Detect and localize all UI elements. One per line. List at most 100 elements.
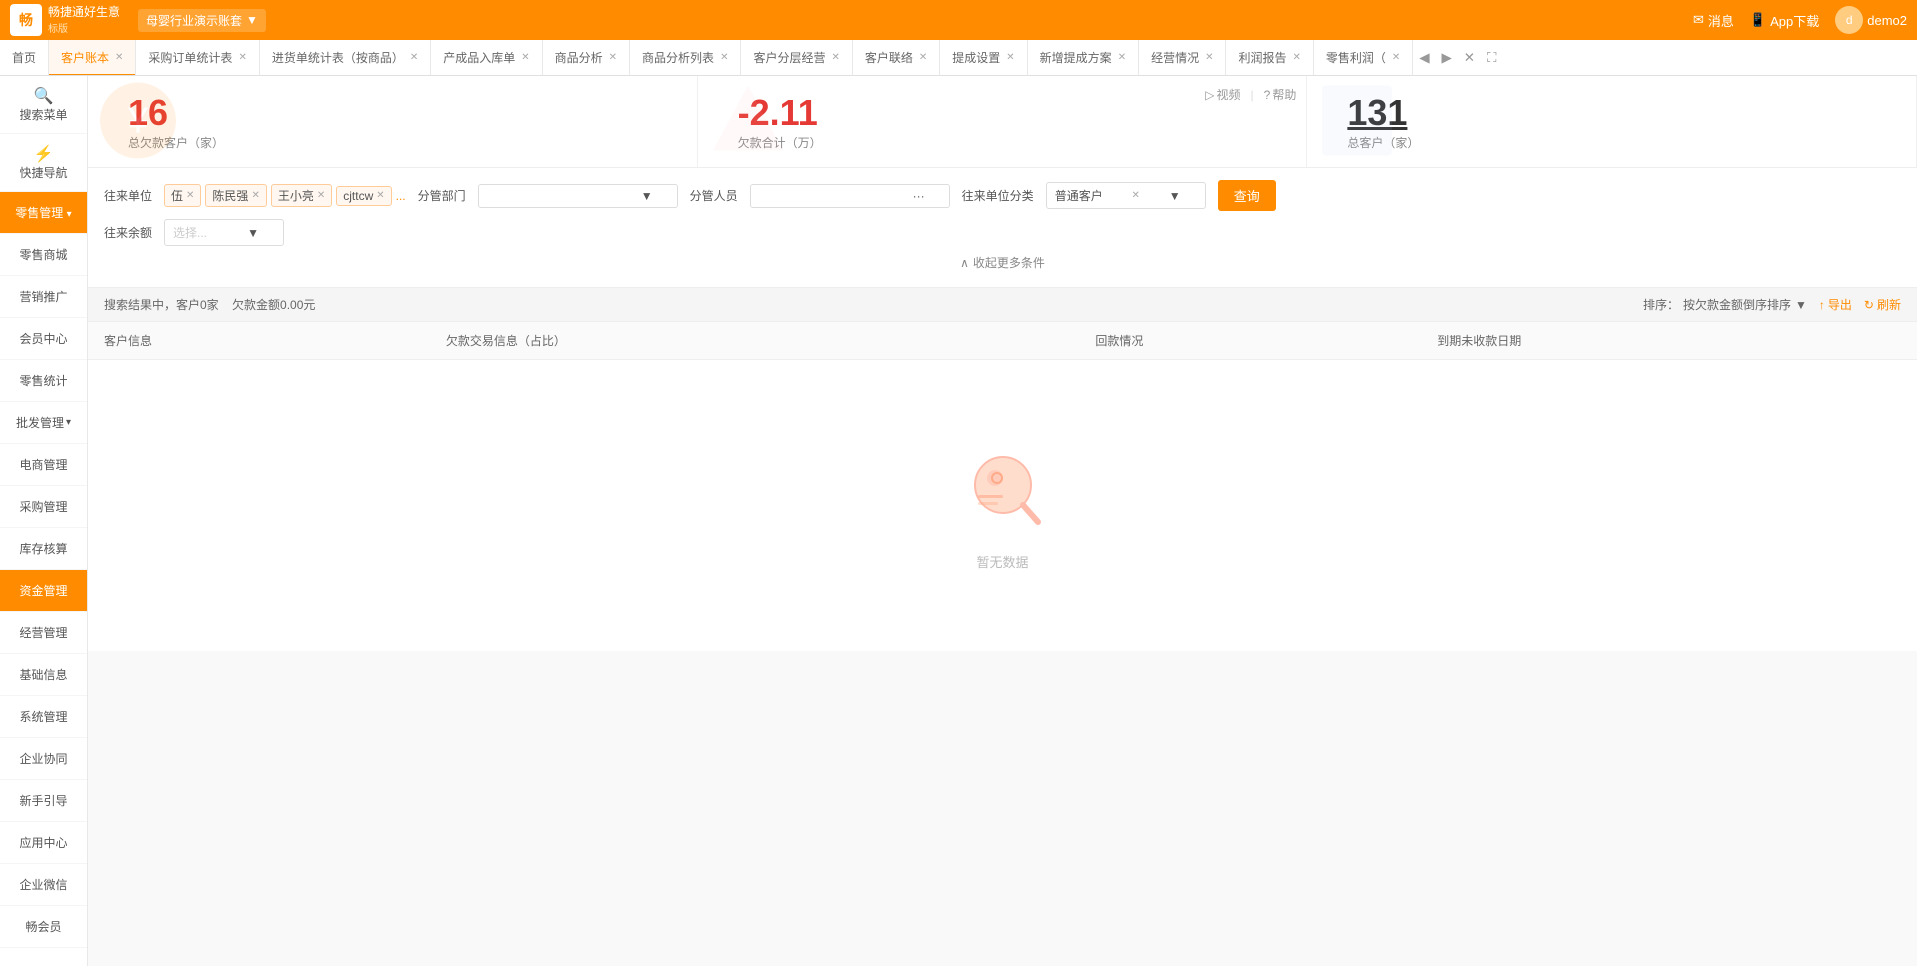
tab-nav-next[interactable]: ▶ [1436, 40, 1458, 76]
empty-icon [953, 440, 1053, 540]
filter-more-tags-btn[interactable]: ... [396, 189, 406, 203]
close-tab-purchase-order[interactable]: ✕ [238, 52, 246, 63]
avatar: d [1835, 6, 1863, 34]
person-label: 分管人员 [690, 187, 738, 204]
account-dropdown[interactable]: 母婴行业演示账套 ▼ [138, 9, 266, 32]
sidebar-item-retail[interactable]: 零售管理 ▾ [0, 192, 87, 234]
sidebar-item-retail-stat[interactable]: 零售统计 [0, 360, 87, 402]
filter-tag-wang: 王小亮 ✕ [271, 184, 332, 207]
logo-text: 畅捷通好生意 [48, 5, 120, 19]
close-tab-retail-profit[interactable]: ✕ [1392, 52, 1400, 63]
dept-select[interactable]: ▼ [478, 184, 678, 208]
sidebar-item-retail-mall[interactable]: 零售商城 [0, 234, 87, 276]
unit-type-select[interactable]: 普通客户 ✕ ▼ [1046, 182, 1206, 209]
close-tab-goods-analysis[interactable]: ✕ [609, 52, 617, 63]
collapse-btn[interactable]: ∧ 收起更多条件 [960, 254, 1045, 271]
close-tab-purchase-stat[interactable]: ✕ [410, 52, 418, 63]
data-table: 客户信息 欠款交易信息（占比） 回款情况 到期未收款日期 [88, 322, 1917, 360]
close-tab-operation[interactable]: ✕ [1205, 52, 1213, 63]
unit-filter-label: 往来单位 [104, 187, 152, 204]
close-tab-customer-book[interactable]: ✕ [115, 52, 123, 63]
tab-goods-analysis[interactable]: 商品分析 ✕ [543, 40, 630, 76]
sidebar-item-enterprise-wechat[interactable]: 企业微信 [0, 864, 87, 906]
sidebar-quick-nav[interactable]: ⚡ 快捷导航 [0, 134, 87, 192]
messages-btn[interactable]: ✉ 消息 [1693, 11, 1734, 30]
top-right: ✉ 消息 📱 App下载 d demo2 [1693, 6, 1907, 34]
close-tab-reminder[interactable]: ✕ [1006, 52, 1014, 63]
sidebar-item-member[interactable]: 会员中心 [0, 318, 87, 360]
balance-select[interactable]: 选择... ▼ [164, 219, 284, 246]
col-customer-info: 客户信息 [88, 322, 430, 360]
tab-profit-report[interactable]: 利润报告 ✕ [1226, 40, 1313, 76]
sidebar-item-app-center[interactable]: 应用中心 [0, 822, 87, 864]
content-area: ¥ 16 总欠款客户（家） [88, 76, 1917, 966]
refresh-btn[interactable]: ↻ 刷新 [1864, 296, 1901, 313]
tab-fullscreen[interactable]: ⛶ [1481, 40, 1502, 76]
sidebar-item-operation[interactable]: 经营管理 [0, 612, 87, 654]
remove-tag-chen[interactable]: ✕ [251, 190, 259, 201]
close-tab-goods-analysis-list[interactable]: ✕ [720, 52, 728, 63]
sidebar-item-new-guide[interactable]: 新手引导 [0, 780, 87, 822]
stats-row: ¥ 16 总欠款客户（家） [88, 76, 1917, 168]
sidebar-item-enterprise[interactable]: 企业协同 [0, 738, 87, 780]
tab-home[interactable]: 首页 [0, 40, 49, 76]
tab-operation[interactable]: 经营情况 ✕ [1139, 40, 1226, 76]
sidebar-search-btn[interactable]: 🔍 搜索菜单 [0, 76, 87, 134]
filter-row-1: 往来单位 伍 ✕ 陈民强 ✕ 王小亮 ✕ cjttcw [104, 180, 1901, 211]
tab-purchase-order[interactable]: 采购订单统计表 ✕ [136, 40, 259, 76]
filter-area: 往来单位 伍 ✕ 陈民强 ✕ 王小亮 ✕ cjttcw [88, 168, 1917, 288]
unit-type-label: 往来单位分类 [962, 187, 1034, 204]
sidebar-item-marketing[interactable]: 营销推广 [0, 276, 87, 318]
filter-tag-chen: 陈民强 ✕ [205, 184, 266, 207]
close-tab-profit-report[interactable]: ✕ [1293, 52, 1301, 63]
close-tab-customer-contact[interactable]: ✕ [919, 52, 927, 63]
close-tab-customer-tier[interactable]: ✕ [831, 52, 839, 63]
sidebar-item-basic-info[interactable]: 基础信息 [0, 654, 87, 696]
sidebar-item-system[interactable]: 系统管理 [0, 696, 87, 738]
empty-state: 暂无数据 [88, 360, 1917, 651]
balance-label: 往来余额 [104, 224, 152, 241]
tab-customer-contact[interactable]: 客户联络 ✕ [853, 40, 940, 76]
sidebar-item-finance[interactable]: 资金管理 [0, 570, 87, 612]
close-tab-product-inbound[interactable]: ✕ [521, 52, 529, 63]
logo-area: 畅 畅捷通好生意 标版 [10, 4, 130, 36]
empty-text: 暂无数据 [976, 552, 1028, 571]
tab-reminder[interactable]: 提成设置 ✕ [940, 40, 1027, 76]
export-btn[interactable]: ↑ 导出 [1819, 296, 1852, 313]
sidebar-item-vip[interactable]: 畅会员 [0, 906, 87, 948]
person-select[interactable]: ··· [750, 184, 950, 208]
remove-unit-type[interactable]: ✕ [1132, 190, 1140, 201]
main-layout: 🔍 搜索菜单 ⚡ 快捷导航 零售管理 ▾ 零售商城 营销推广 会员中心 零售统计… [0, 76, 1917, 966]
remove-tag-wang[interactable]: ✕ [317, 190, 325, 201]
sidebar-item-purchase[interactable]: 采购管理 [0, 486, 87, 528]
sidebar-item-inventory[interactable]: 库存核算 [0, 528, 87, 570]
tab-customer-tier[interactable]: 客户分层经营 ✕ [741, 40, 852, 76]
tab-product-inbound[interactable]: 产成品入库单 ✕ [431, 40, 542, 76]
help-btn[interactable]: ? 帮助 [1264, 86, 1297, 103]
tab-purchase-stat[interactable]: 进货单统计表（按商品） ✕ [260, 40, 431, 76]
app-download-btn[interactable]: 📱 App下载 [1750, 11, 1819, 30]
tab-customer-book[interactable]: 客户账本 ✕ [49, 40, 136, 76]
logo-sub: 标版 [48, 20, 120, 35]
filter-tag-cjttcw: cjttcw ✕ [336, 186, 391, 206]
query-button[interactable]: 查询 [1218, 180, 1276, 211]
remove-tag-wu[interactable]: ✕ [186, 190, 194, 201]
sort-select[interactable]: 排序： 按欠款金额倒序排序 ▼ [1643, 296, 1807, 313]
stat-card-amount: -2.11 欠款合计（万） ▷ 视频 | ? 帮助 [698, 76, 1308, 167]
tab-retail-profit[interactable]: 零售利润（ ✕ [1314, 40, 1413, 76]
video-btn[interactable]: ▷ 视频 [1205, 86, 1240, 103]
sidebar-item-wholesale[interactable]: 批发管理 ▾ [0, 402, 87, 444]
tab-new-achievement[interactable]: 新增提成方案 ✕ [1028, 40, 1139, 76]
tab-nav-prev[interactable]: ◀ [1413, 40, 1435, 76]
remove-tag-cjttcw[interactable]: ✕ [376, 190, 384, 201]
logo-icon: 畅 [10, 4, 42, 36]
sidebar-item-ecommerce[interactable]: 电商管理 [0, 444, 87, 486]
results-bar: 搜索结果中，客户0家 欠款金额0.00元 排序： 按欠款金额倒序排序 ▼ ↑ 导… [88, 288, 1917, 322]
user-avatar-btn[interactable]: d demo2 [1835, 6, 1907, 34]
tab-goods-analysis-list[interactable]: 商品分析列表 ✕ [630, 40, 741, 76]
tab-close-all[interactable]: ✕ [1458, 40, 1481, 76]
close-tab-new-achievement[interactable]: ✕ [1118, 52, 1126, 63]
table-container: 客户信息 欠款交易信息（占比） 回款情况 到期未收款日期 [88, 322, 1917, 651]
results-info: 搜索结果中，客户0家 欠款金额0.00元 [104, 296, 315, 313]
results-actions: 排序： 按欠款金额倒序排序 ▼ ↑ 导出 ↻ 刷新 [1643, 296, 1901, 313]
